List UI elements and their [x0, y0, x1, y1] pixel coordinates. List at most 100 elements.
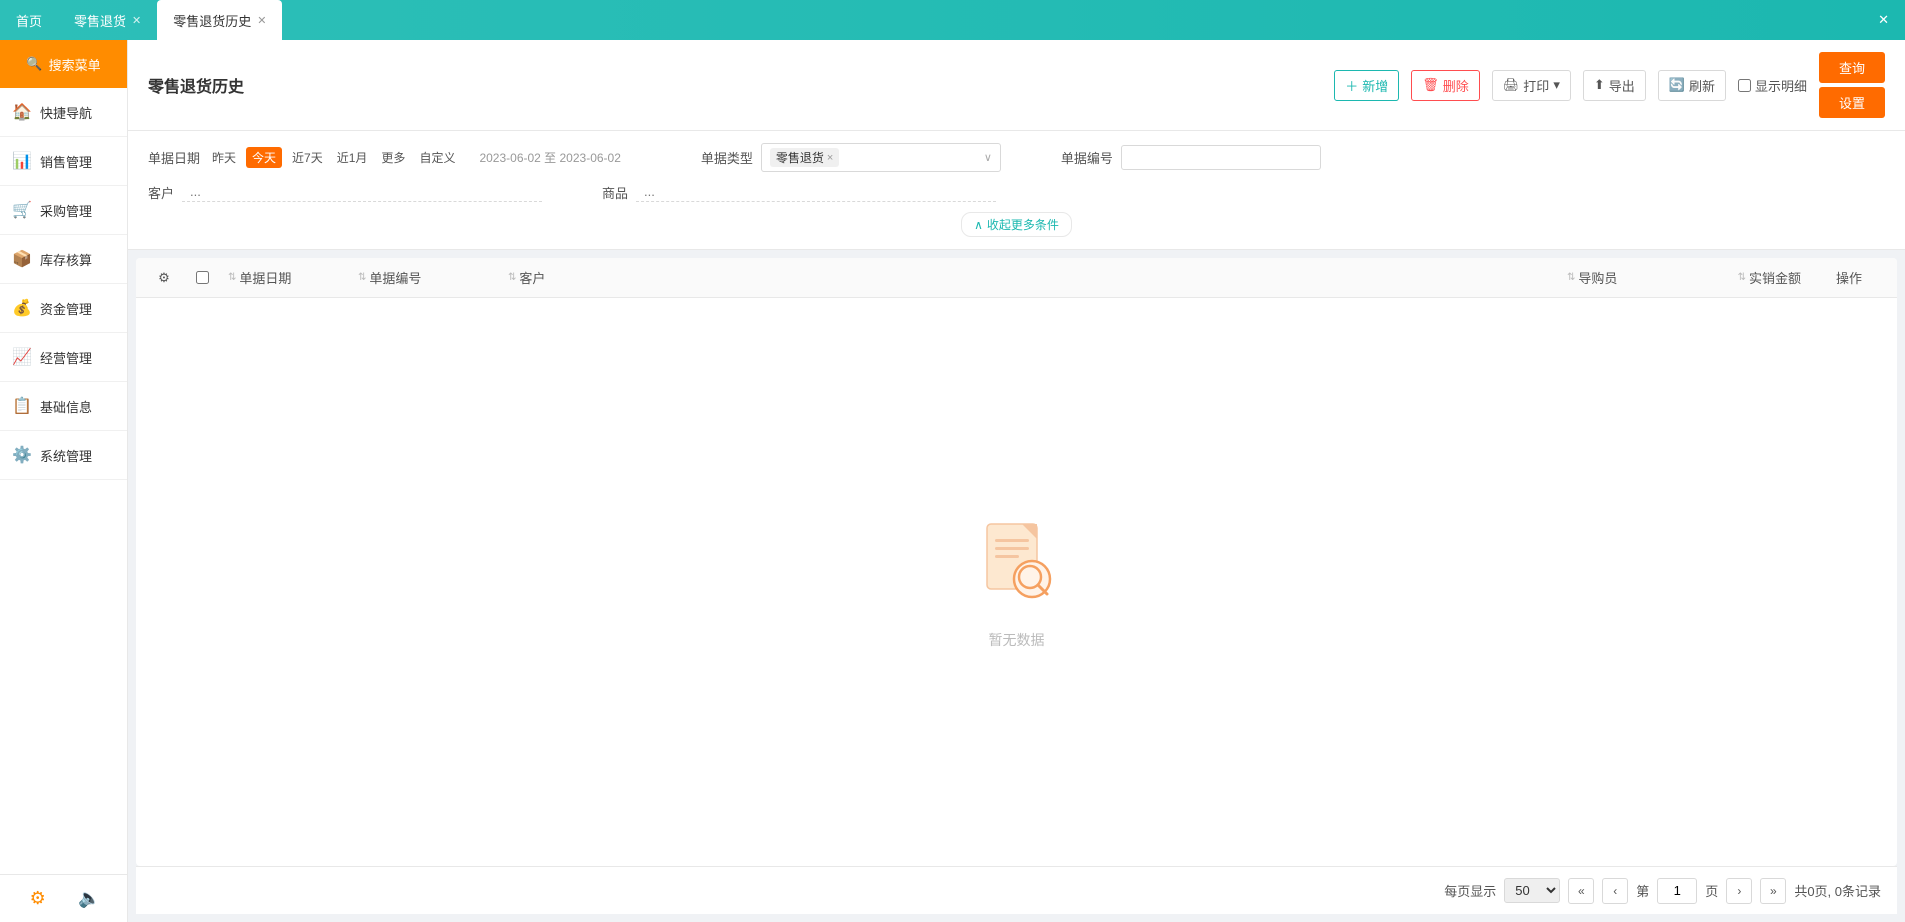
col-customer-label: 客户	[519, 268, 545, 287]
page-suffix: 页	[1705, 881, 1718, 900]
page-size-select[interactable]: 50 10 20 100	[1504, 878, 1560, 903]
table-wrapper: ⚙ ⇅ 单据日期 ⇅ 单据编号 ⇅ 客户 ⇅	[136, 258, 1897, 866]
header-actions: ＋ 新增 🗑 删除 🖨 打印 ▾ ⬆ 导出 🔄 刷	[1334, 52, 1885, 118]
type-tag-value: 零售退货	[776, 149, 824, 166]
sidebar-search[interactable]: 🔍 搜索菜单	[0, 40, 127, 88]
sidebar-item-purchase-mgmt[interactable]: 🛒 采购管理	[0, 186, 127, 235]
sidebar-item-quick-nav[interactable]: 🏠 快捷导航	[0, 88, 127, 137]
window-close-btn[interactable]: ✕	[1878, 12, 1905, 28]
col-settings[interactable]: ⚙	[144, 270, 184, 286]
tab-retail-return-history-close[interactable]: ✕	[257, 14, 266, 27]
col-customer[interactable]: ⇅ 客户	[500, 268, 1559, 287]
select-all-checkbox[interactable]	[196, 271, 209, 284]
sidebar-search-label: 搜索菜单	[49, 55, 101, 74]
date-shortcut-1month[interactable]: 近1月	[333, 147, 372, 168]
query-button[interactable]: 查询	[1819, 52, 1885, 83]
page-input[interactable]	[1657, 878, 1697, 904]
sidebar-item-operations[interactable]: 📈 经营管理	[0, 333, 127, 382]
print-button[interactable]: 🖨 打印 ▾	[1492, 70, 1571, 101]
tab-retail-return[interactable]: 零售退货 ✕	[58, 0, 157, 40]
new-label: 新增	[1362, 76, 1388, 95]
empty-state: 暂无数据	[136, 298, 1897, 866]
content-area: 零售退货历史 ＋ 新增 🗑 删除 🖨 打印 ▾ ⬆ 导出	[128, 40, 1905, 922]
sort-customer-icon: ⇅	[508, 272, 516, 283]
col-guide[interactable]: ⇅ 导购员	[1559, 268, 1689, 287]
page-next-btn[interactable]: ›	[1726, 878, 1752, 904]
settings-button[interactable]: 设置	[1819, 87, 1885, 118]
date-shortcut-7days[interactable]: 近7天	[288, 147, 327, 168]
type-tag: 零售退货 ×	[770, 148, 839, 167]
date-range-display: 2023-06-02 至 2023-06-02	[479, 149, 620, 166]
export-label: 导出	[1609, 76, 1635, 95]
sidebar-item-inventory-label: 库存核算	[40, 250, 92, 269]
date-shortcut-custom[interactable]: 自定义	[415, 147, 459, 168]
tab-home[interactable]: 首页	[0, 0, 58, 40]
show-detail-checkbox-label[interactable]: 显示明细	[1738, 76, 1807, 95]
sidebar-item-system-label: 系统管理	[40, 446, 92, 465]
tab-retail-return-history-label: 零售退货历史	[173, 11, 251, 30]
page-size-label: 每页显示	[1444, 881, 1496, 900]
sidebar-item-sales-label: 销售管理	[40, 152, 92, 171]
sound-icon: 🔈	[78, 888, 100, 909]
print-chevron-icon: ▾	[1553, 77, 1560, 93]
goods-filter-label: 商品	[602, 183, 628, 202]
export-button[interactable]: ⬆ 导出	[1583, 70, 1646, 101]
search-icon: 🔍	[26, 56, 42, 72]
sidebar-item-inventory[interactable]: 📦 库存核算	[0, 235, 127, 284]
tab-retail-return-history[interactable]: 零售退货历史 ✕	[157, 0, 282, 40]
sidebar-item-quick-nav-label: 快捷导航	[40, 103, 92, 122]
col-number-label: 单据编号	[369, 268, 421, 287]
tab-retail-return-close[interactable]: ✕	[132, 14, 141, 27]
sidebar-item-finance[interactable]: 💰 资金管理	[0, 284, 127, 333]
tab-bar: 首页 零售退货 ✕ 零售退货历史 ✕	[0, 0, 1878, 40]
empty-svg	[967, 514, 1067, 614]
collapse-button[interactable]: ∧ 收起更多条件	[961, 212, 1072, 237]
date-filter-label: 单据日期	[148, 148, 200, 167]
date-shortcut-yesterday[interactable]: 昨天	[208, 147, 240, 168]
show-detail-checkbox[interactable]	[1738, 79, 1751, 92]
filter-area: 单据日期 昨天 今天 近7天 近1月 更多 自定义 2023-06-02 至 2…	[128, 131, 1905, 250]
number-filter-label: 单据编号	[1061, 148, 1113, 167]
sidebar-item-base-info-label: 基础信息	[40, 397, 92, 416]
sidebar-item-sales-mgmt[interactable]: 📊 销售管理	[0, 137, 127, 186]
page-first-btn[interactable]: «	[1568, 878, 1594, 904]
page-label: 第	[1636, 881, 1649, 900]
page-title: 零售退货历史	[148, 73, 244, 97]
sidebar-sound-btn[interactable]: 🔈	[73, 883, 105, 915]
col-date[interactable]: ⇅ 单据日期	[220, 268, 350, 287]
col-amount[interactable]: ⇅ 实销金额	[1689, 268, 1809, 287]
number-input[interactable]	[1121, 145, 1321, 170]
customer-filter-label: 客户	[148, 183, 174, 202]
sidebar-item-base-info[interactable]: 📋 基础信息	[0, 382, 127, 431]
date-shortcut-today[interactable]: 今天	[246, 147, 282, 168]
col-checkbox[interactable]	[184, 271, 220, 284]
page-last-btn[interactable]: »	[1760, 878, 1786, 904]
page-prev-btn[interactable]: ‹	[1602, 878, 1628, 904]
filter-row-1: 单据日期 昨天 今天 近7天 近1月 更多 自定义 2023-06-02 至 2…	[148, 143, 1885, 172]
print-icon: 🖨	[1503, 77, 1520, 93]
goods-input[interactable]	[636, 182, 996, 202]
col-settings-icon[interactable]: ⚙	[158, 270, 170, 286]
date-range-text: 2023-06-02 至 2023-06-02	[479, 149, 620, 166]
new-button[interactable]: ＋ 新增	[1334, 70, 1399, 101]
show-detail-label: 显示明细	[1755, 76, 1807, 95]
goods-filter: 商品	[602, 182, 996, 202]
delete-button[interactable]: 🗑 删除	[1411, 70, 1480, 101]
customer-input[interactable]	[182, 182, 542, 202]
sidebar-settings-btn[interactable]: ⚙	[22, 883, 54, 915]
collapse-row: ∧ 收起更多条件	[148, 212, 1885, 237]
type-filter-label: 单据类型	[701, 148, 753, 167]
refresh-button[interactable]: 🔄 刷新	[1658, 70, 1726, 101]
delete-label: 删除	[1443, 76, 1469, 95]
sales-mgmt-icon: 📊	[12, 151, 32, 171]
sidebar-item-system-mgmt[interactable]: ⚙️ 系统管理	[0, 431, 127, 480]
type-select[interactable]: 零售退货 × ∨	[761, 143, 1001, 172]
sidebar-item-operations-label: 经营管理	[40, 348, 92, 367]
sort-amount-icon: ⇅	[1738, 272, 1746, 283]
col-number[interactable]: ⇅ 单据编号	[350, 268, 500, 287]
sort-guide-icon: ⇅	[1567, 272, 1575, 283]
date-shortcut-more[interactable]: 更多	[377, 147, 409, 168]
main-layout: 🔍 搜索菜单 🏠 快捷导航 📊 销售管理 🛒 采购管理 📦 库存核算 💰	[0, 40, 1905, 922]
col-action-label: 操作	[1836, 268, 1862, 287]
type-tag-remove[interactable]: ×	[827, 152, 833, 164]
